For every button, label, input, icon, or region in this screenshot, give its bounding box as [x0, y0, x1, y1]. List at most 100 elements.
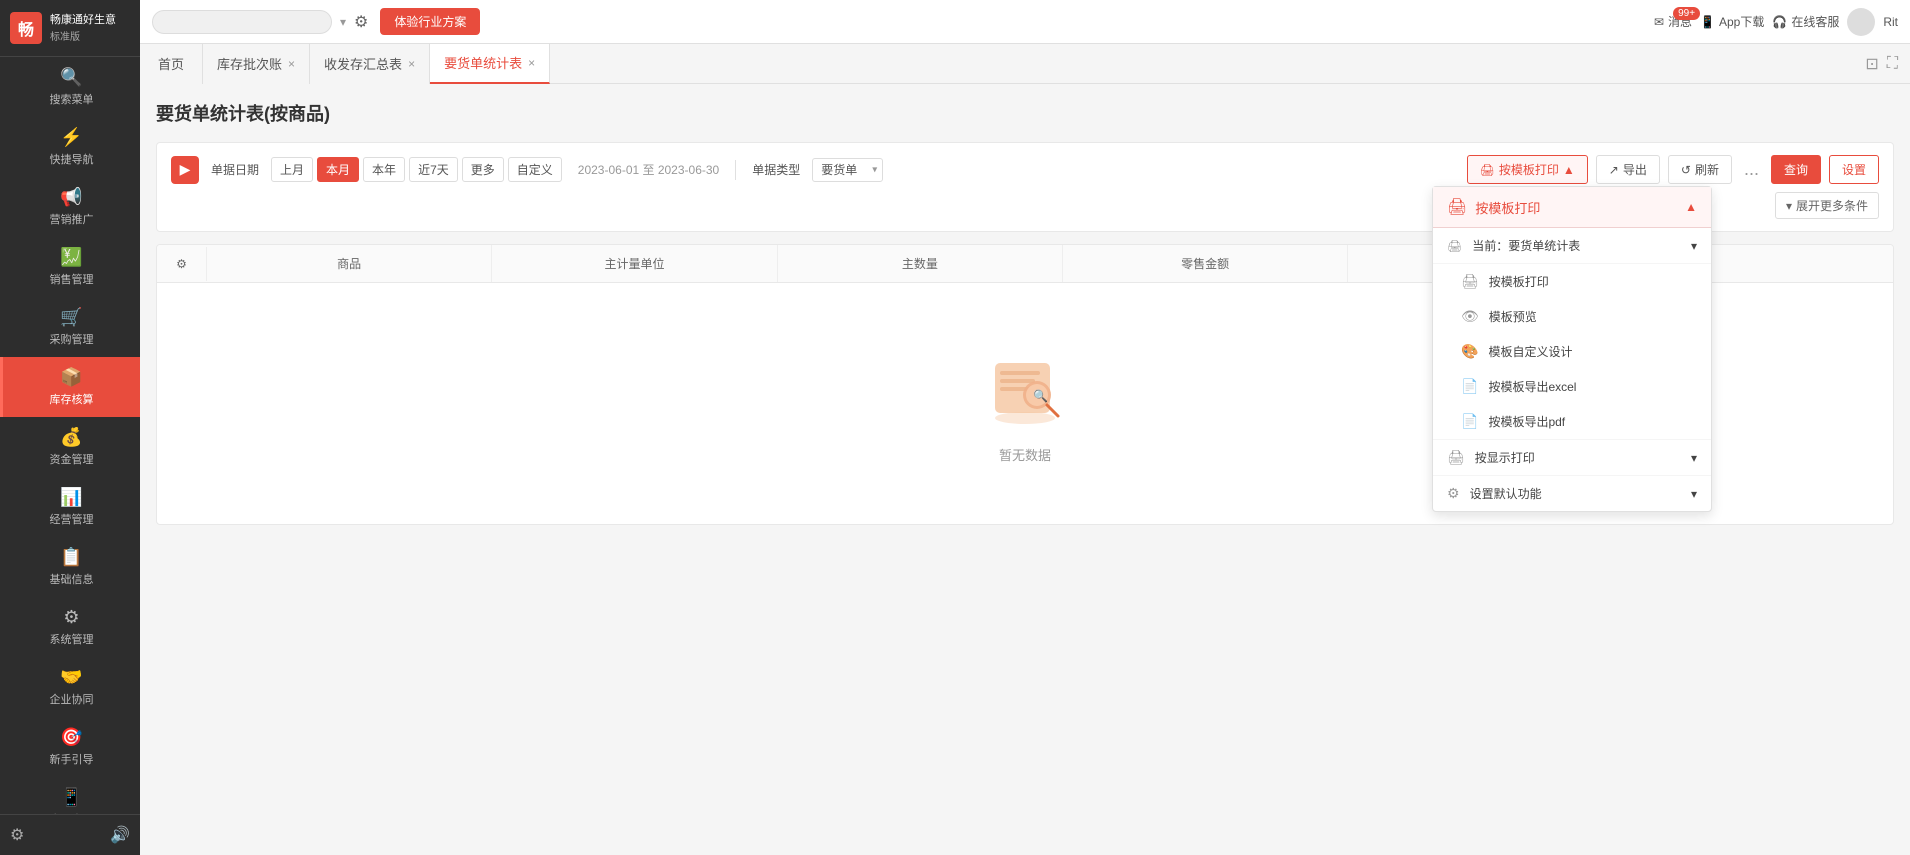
dropdown-item-template-excel-label: 按模板导出excel	[1488, 378, 1576, 395]
tabbar: 首页 库存批次账 × 收发存汇总表 × 要货单统计表 × ⊡ ⛶	[140, 44, 1910, 84]
empty-text: 暂无数据	[999, 445, 1051, 464]
dropdown-item-template-pdf-label: 按模板导出pdf	[1488, 413, 1565, 430]
dropdown-item-template-print[interactable]: 🖨 按模板打印	[1433, 264, 1711, 299]
trial-btn[interactable]: 体验行业方案	[380, 8, 480, 35]
template-excel-icon: 📄	[1461, 378, 1478, 395]
sidebar-item-search-menu[interactable]: 🔍 搜索菜单	[0, 57, 140, 117]
th-unit-label: 主计量单位	[604, 257, 664, 271]
dropdown-header-left: 🖨 按模板打印	[1447, 197, 1540, 217]
sidebar-label-basic-info: 基础信息	[50, 571, 94, 587]
quick-nav-icon: ⚡	[60, 127, 82, 148]
tab-home-label: 首页	[158, 54, 184, 73]
date-btn-year[interactable]: 本年	[363, 157, 405, 182]
query-btn[interactable]: 查询	[1771, 155, 1821, 184]
export-btn[interactable]: ↗ 导出	[1596, 155, 1660, 184]
tab-receipt-summary[interactable]: 收发存汇总表 ×	[310, 44, 430, 84]
date-btn-current-month[interactable]: 本月	[317, 157, 359, 182]
dropdown-item-template-preview[interactable]: 👁 模板预览	[1433, 299, 1711, 334]
sidebar-sound-icon[interactable]: 🔊	[110, 825, 130, 845]
filter-date-label: 单据日期	[211, 161, 259, 178]
topbar-settings-icon[interactable]: ⚙	[354, 12, 368, 32]
dropdown-header[interactable]: 🖨 按模板打印 ▲	[1433, 187, 1711, 228]
empty-svg: 🔍	[975, 343, 1075, 433]
username-label: Rit	[1883, 15, 1898, 29]
tab-fullscreen-icon[interactable]: ⛶	[1887, 55, 1898, 73]
service-btn[interactable]: 🎧 在线客服	[1772, 13, 1839, 30]
sidebar-item-app-center[interactable]: 📱 应用中心	[0, 777, 140, 814]
tabbar-actions: ⊡ ⛶	[1865, 54, 1910, 74]
inventory-icon: 📦	[60, 367, 82, 388]
sidebar-item-marketing[interactable]: 📢 营销推广	[0, 177, 140, 237]
expand-more-label: 展开更多条件	[1796, 197, 1868, 214]
sidebar-label-search-menu: 搜索菜单	[50, 91, 94, 107]
th-quantity: 主数量	[778, 245, 1063, 282]
sidebar-settings-icon[interactable]: ⚙	[10, 825, 24, 845]
sales-icon: 💹	[60, 247, 82, 268]
tab-receipt-summary-close[interactable]: ×	[408, 57, 415, 71]
template-print-icon: 🖨	[1461, 273, 1479, 290]
sidebar-item-purchase[interactable]: 🛒 采购管理	[0, 297, 140, 357]
tab-inventory-batch[interactable]: 库存批次账 ×	[203, 44, 310, 84]
dropdown-item-template-preview-label: 模板预览	[1489, 308, 1537, 325]
dropdown-section-set-default[interactable]: ⚙ 设置默认功能 ▾	[1433, 475, 1711, 511]
tab-expand-icon[interactable]: ⊡	[1865, 54, 1878, 74]
print-header-icon: 🖨	[1447, 197, 1467, 217]
sidebar-item-enterprise[interactable]: 🤝 企业协同	[0, 657, 140, 717]
tab-order-stats-close[interactable]: ×	[528, 56, 535, 70]
sidebar-item-operations[interactable]: 📊 经营管理	[0, 477, 140, 537]
sidebar-label-purchase: 采购管理	[50, 331, 94, 347]
dropdown-item-template-pdf[interactable]: 📄 按模板导出pdf	[1433, 404, 1711, 439]
page-title: 要货单统计表(按商品)	[156, 100, 1894, 126]
dropdown-header-label: 按模板打印	[1475, 198, 1540, 217]
expand-more-btn[interactable]: ▾ 展开更多条件	[1775, 192, 1879, 219]
date-btn-prev-month[interactable]: 上月	[271, 157, 313, 182]
refresh-btn-label: 刷新	[1695, 161, 1719, 178]
template-design-icon: 🎨	[1461, 343, 1478, 360]
user-avatar[interactable]	[1847, 8, 1875, 36]
sidebar-item-finance[interactable]: 💰 资金管理	[0, 417, 140, 477]
app-download-btn[interactable]: 📱 App下载	[1700, 13, 1764, 30]
message-btn[interactable]: ✉ 消息 99+	[1654, 13, 1692, 30]
sidebar-item-system[interactable]: ⚙ 系统管理	[0, 597, 140, 657]
sidebar-item-inventory[interactable]: 📦 库存核算	[0, 357, 140, 417]
refresh-btn[interactable]: ↺ 刷新	[1668, 155, 1732, 184]
dropdown-item-template-print-label: 按模板打印	[1489, 273, 1549, 290]
sidebar-item-basic-info[interactable]: 📋 基础信息	[0, 537, 140, 597]
sidebar-label-inventory: 库存核算	[50, 391, 94, 407]
filter-type-select[interactable]: 要货单	[812, 158, 883, 182]
sidebar-item-quick-nav[interactable]: ⚡ 快捷导航	[0, 117, 140, 177]
search-menu-icon: 🔍	[60, 67, 82, 88]
sidebar-item-guide[interactable]: 🎯 新手引导	[0, 717, 140, 777]
date-btn-custom[interactable]: 自定义	[508, 157, 562, 182]
tab-order-stats[interactable]: 要货单统计表 ×	[430, 44, 550, 84]
settings-btn[interactable]: 设置	[1829, 155, 1879, 184]
th-amount-label: 零售金额	[1181, 257, 1229, 271]
dropdown-item-template-excel[interactable]: 📄 按模板导出excel	[1433, 369, 1711, 404]
date-btn-7days[interactable]: 近7天	[409, 157, 458, 182]
search-chevron-icon[interactable]: ▾	[340, 15, 346, 29]
dropdown-item-template-design[interactable]: 🎨 模板自定义设计	[1433, 334, 1711, 369]
date-btn-more[interactable]: 更多	[462, 157, 504, 182]
tab-inventory-batch-close[interactable]: ×	[288, 57, 295, 71]
tab-receipt-summary-label: 收发存汇总表	[324, 54, 402, 73]
search-input[interactable]	[152, 10, 332, 34]
filter-type-label: 单据类型	[752, 161, 800, 178]
print-dropdown: 🖨 按模板打印 ▲ 🖨 当前：要货单统计表 ▾ 🖨 按模板打印 👁 模板预览	[1432, 186, 1712, 512]
th-settings[interactable]: ⚙	[157, 247, 207, 281]
filter-type-select-wrapper: 要货单	[812, 158, 883, 182]
more-options-btn[interactable]: ...	[1740, 159, 1763, 180]
sidebar-item-sales[interactable]: 💹 销售管理	[0, 237, 140, 297]
th-product: 商品	[207, 245, 492, 282]
print-btn[interactable]: 🖨 按模板打印 ▲	[1467, 155, 1588, 184]
sidebar-label-quick-nav: 快捷导航	[50, 151, 94, 167]
filter-date-range: 2023-06-01 至 2023-06-30	[578, 161, 719, 178]
message-badge: 99+	[1673, 7, 1700, 20]
tab-home[interactable]: 首页	[140, 44, 203, 84]
dropdown-current[interactable]: 🖨 当前：要货单统计表 ▾	[1433, 228, 1711, 264]
template-pdf-icon: 📄	[1461, 413, 1478, 430]
filter-expand-arrow[interactable]: ▶	[171, 156, 199, 184]
sidebar: 畅 畅康通好生意 标准版 🔍 搜索菜单 ⚡ 快捷导航 📢 营销推广 💹 销售管理…	[0, 0, 140, 855]
dropdown-section-display-print[interactable]: 🖨 按显示打印 ▾	[1433, 439, 1711, 475]
enterprise-icon: 🤝	[60, 667, 82, 688]
basic-info-icon: 📋	[60, 547, 82, 568]
